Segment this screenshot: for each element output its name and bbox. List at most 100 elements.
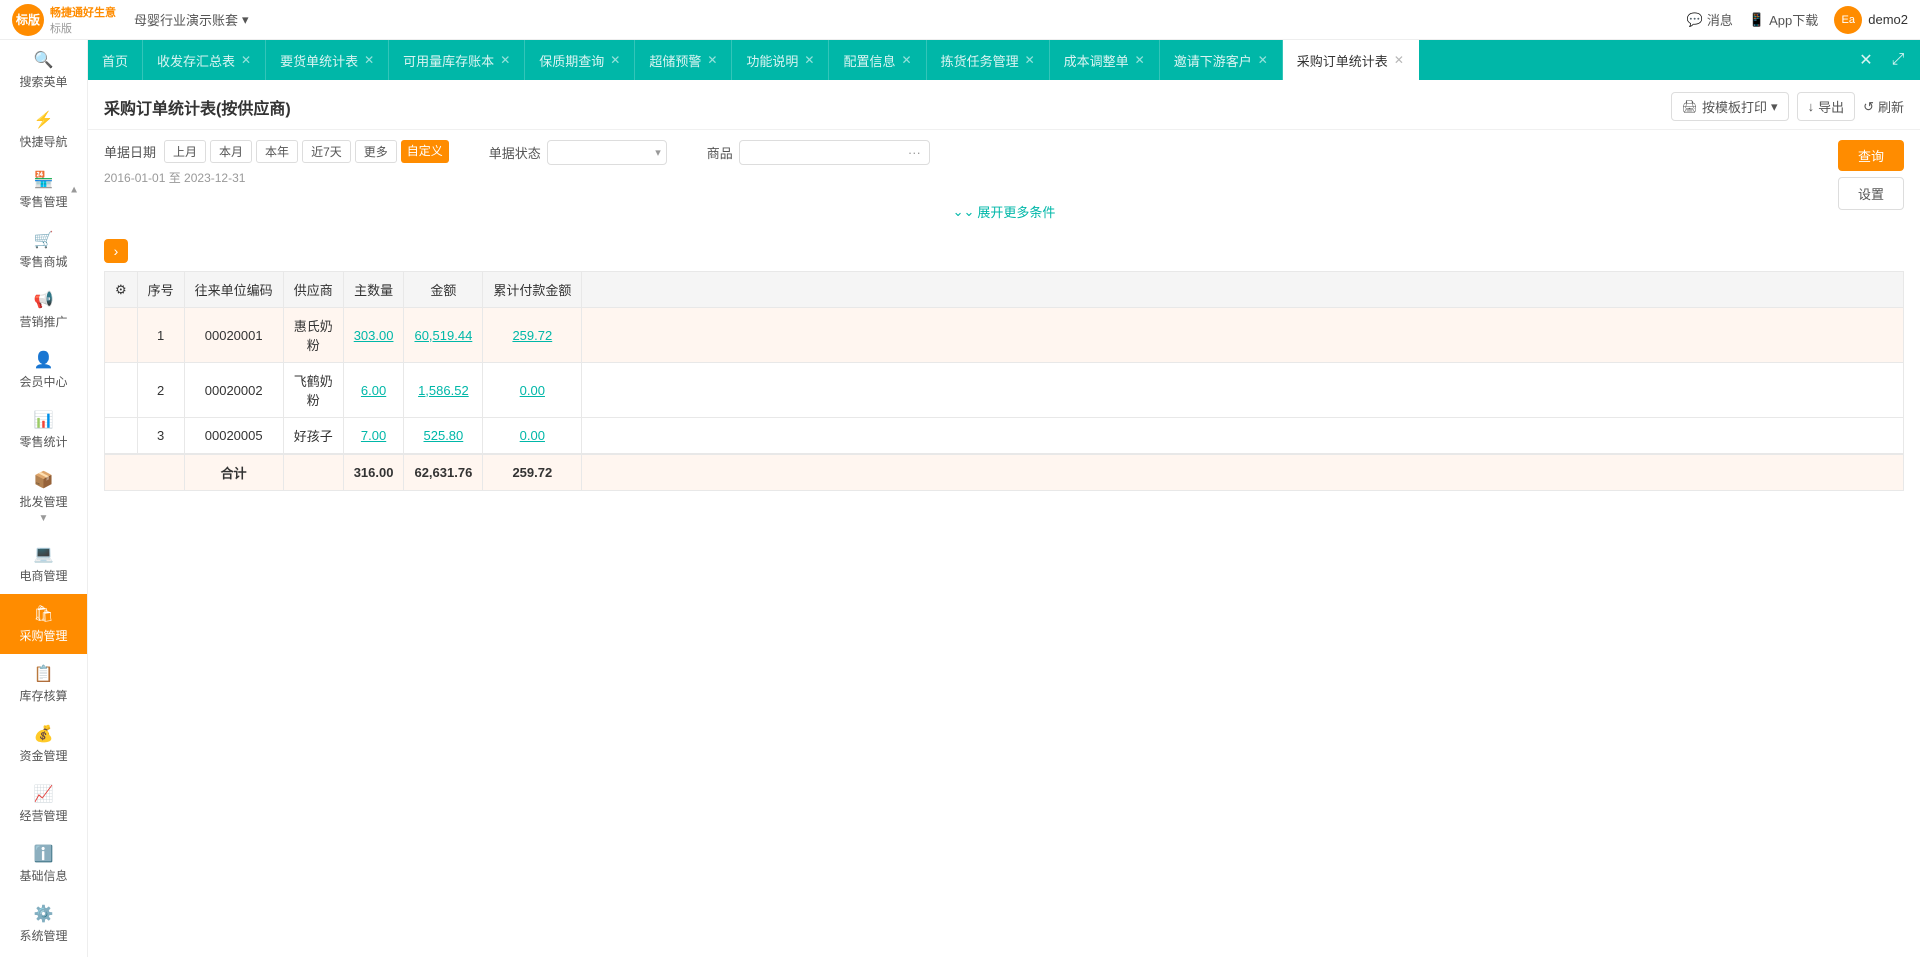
tab-close-config-info[interactable]: ✕ bbox=[902, 53, 912, 67]
row-settings bbox=[105, 418, 138, 455]
footer-extra bbox=[582, 454, 1904, 491]
product-input[interactable] bbox=[748, 145, 908, 160]
th-main-qty: 主数量 bbox=[343, 272, 404, 308]
retail-shop-icon: 🛒 bbox=[34, 230, 54, 250]
sidebar-item-retail-stats[interactable]: 📊 零售统计 bbox=[0, 400, 87, 460]
tab-maximize-btn[interactable]: ⤢ bbox=[1884, 46, 1912, 74]
expand-more-btn[interactable]: ⌄⌄ 展开更多条件 bbox=[953, 202, 1056, 221]
tab-purchase-order-stats[interactable]: 采购订单统计表 ✕ bbox=[1283, 40, 1419, 80]
tab-receive-send[interactable]: 收发存汇总表 ✕ bbox=[143, 40, 266, 80]
sidebar-item-wholesale[interactable]: 📦 批发管理 ▼ bbox=[0, 460, 87, 534]
row-paid-amount[interactable]: 0.00 bbox=[483, 418, 582, 455]
tab-close-pick-task[interactable]: ✕ bbox=[1025, 53, 1035, 67]
sidebar: 🔍 搜索英单 ⚡ 快捷导航 🏪 零售管理 ▲ 🛒 零售商城 📢 营销推广 👤 会… bbox=[0, 40, 88, 957]
th-extra bbox=[582, 272, 1904, 308]
sidebar-item-retail-mgmt[interactable]: 🏪 零售管理 ▲ bbox=[0, 160, 87, 220]
th-settings: ⚙ bbox=[105, 272, 138, 308]
sidebar-item-member[interactable]: 👤 会员中心 bbox=[0, 340, 87, 400]
print-dropdown-icon: ▾ bbox=[1771, 99, 1778, 115]
quick-nav-icon: ⚡ bbox=[34, 110, 54, 130]
date-btn-7days[interactable]: 近7天 bbox=[302, 140, 351, 163]
row-paid-amount[interactable]: 0.00 bbox=[483, 363, 582, 418]
sidebar-item-purchase[interactable]: 🛍 采购管理 bbox=[0, 594, 87, 654]
sidebar-item-inventory[interactable]: 📋 库存核算 bbox=[0, 654, 87, 714]
tab-config-info[interactable]: 配置信息 ✕ bbox=[829, 40, 926, 80]
logo-area: 标版 畅捷通好生意 标版 母婴行业演示账套 ▾ bbox=[12, 4, 249, 36]
print-icon: 🖨 bbox=[1682, 99, 1699, 115]
date-btn-last-month[interactable]: 上月 bbox=[164, 140, 206, 163]
refresh-icon: ↺ bbox=[1863, 99, 1874, 115]
sidebar-item-finance[interactable]: 💰 资金管理 bbox=[0, 714, 87, 774]
tab-pick-task[interactable]: 拣货任务管理 ✕ bbox=[927, 40, 1050, 80]
tab-available-inventory[interactable]: 可用量库存账本 ✕ bbox=[389, 40, 525, 80]
product-more-icon[interactable]: ··· bbox=[908, 145, 921, 160]
tab-cost-adjust[interactable]: 成本调整单 ✕ bbox=[1050, 40, 1160, 80]
sidebar-item-ecommerce[interactable]: 💻 电商管理 bbox=[0, 534, 87, 594]
row-amount[interactable]: 525.80 bbox=[404, 418, 483, 455]
tab-home[interactable]: 首页 bbox=[88, 40, 143, 80]
th-index: 序号 bbox=[137, 272, 184, 308]
user-menu[interactable]: Ea demo2 bbox=[1834, 6, 1908, 34]
logo-text: 畅捷通好生意 标版 bbox=[50, 4, 116, 36]
workspace-label[interactable]: 母婴行业演示账套 ▾ bbox=[134, 10, 249, 29]
tab-close-overstock-alert[interactable]: ✕ bbox=[707, 53, 717, 67]
th-paid-amount: 累计付款金额 bbox=[483, 272, 582, 308]
sidebar-item-quick-nav[interactable]: ⚡ 快捷导航 bbox=[0, 100, 87, 160]
expand-table-btn[interactable]: › bbox=[104, 239, 128, 263]
sidebar-item-search[interactable]: 🔍 搜索英单 bbox=[0, 40, 87, 100]
row-main-qty[interactable]: 6.00 bbox=[343, 363, 404, 418]
nav-tabs-end: ✕ ⤢ bbox=[1844, 46, 1920, 74]
tab-close-cost-adjust[interactable]: ✕ bbox=[1135, 53, 1145, 67]
setting-btn[interactable]: 设置 bbox=[1838, 177, 1904, 210]
footer-paid-amount: 259.72 bbox=[483, 454, 582, 491]
tab-close-available-inventory[interactable]: ✕ bbox=[500, 53, 510, 67]
row-main-qty[interactable]: 303.00 bbox=[343, 308, 404, 363]
ecommerce-icon: 💻 bbox=[34, 544, 54, 564]
row-index: 3 bbox=[137, 418, 184, 455]
tab-close-purchase-order-stats[interactable]: ✕ bbox=[1394, 53, 1404, 67]
table-action-bar: › bbox=[88, 231, 1920, 271]
tab-close-invite-downstream[interactable]: ✕ bbox=[1258, 53, 1268, 67]
tab-function-guide[interactable]: 功能说明 ✕ bbox=[732, 40, 829, 80]
print-btn[interactable]: 🖨 按模板打印 ▾ bbox=[1671, 92, 1789, 121]
sidebar-item-system[interactable]: ⚙️ 系统管理 bbox=[0, 894, 87, 954]
row-amount[interactable]: 1,586.52 bbox=[404, 363, 483, 418]
tab-invite-downstream[interactable]: 邀请下游客户 ✕ bbox=[1160, 40, 1283, 80]
retail-stats-icon: 📊 bbox=[34, 410, 54, 430]
footer-amount: 62,631.76 bbox=[404, 454, 483, 491]
date-btn-this-month[interactable]: 本月 bbox=[210, 140, 252, 163]
query-btn[interactable]: 查询 bbox=[1838, 140, 1904, 171]
tab-requisition-stats[interactable]: 要货单统计表 ✕ bbox=[266, 40, 389, 80]
logo-abbr: 标版 bbox=[16, 11, 40, 28]
tab-close-expiry-query[interactable]: ✕ bbox=[610, 53, 620, 67]
date-btn-more[interactable]: 更多 bbox=[355, 140, 397, 163]
sidebar-item-basics[interactable]: ℹ️ 基础信息 bbox=[0, 834, 87, 894]
tab-expiry-query[interactable]: 保质期查询 ✕ bbox=[525, 40, 635, 80]
row-amount[interactable]: 60,519.44 bbox=[404, 308, 483, 363]
status-select[interactable] bbox=[547, 140, 667, 165]
row-index: 2 bbox=[137, 363, 184, 418]
row-main-qty[interactable]: 7.00 bbox=[343, 418, 404, 455]
app-download-btn[interactable]: 📱 App下载 bbox=[1749, 10, 1818, 29]
tab-close-requisition-stats[interactable]: ✕ bbox=[364, 53, 374, 67]
gear-icon[interactable]: ⚙ bbox=[115, 282, 127, 297]
product-filter: 商品 ··· bbox=[707, 140, 930, 165]
table-header-row: ⚙ 序号 往来单位编码 供应商 主数量 金额 累计付款金额 bbox=[105, 272, 1904, 308]
filter-section: 单据日期 上月 本月 本年 近7天 更多 自定义 2016-01-01 至 20… bbox=[88, 130, 1920, 231]
date-btn-this-year[interactable]: 本年 bbox=[256, 140, 298, 163]
sidebar-item-operations[interactable]: 📈 经营管理 bbox=[0, 774, 87, 834]
tab-close-receive-send[interactable]: ✕ bbox=[241, 53, 251, 67]
date-range-display: 2016-01-01 至 2023-12-31 bbox=[104, 169, 449, 186]
export-btn[interactable]: ↓ 导出 bbox=[1797, 92, 1856, 121]
sidebar-item-marketing[interactable]: 📢 营销推广 bbox=[0, 280, 87, 340]
sidebar-item-retail-shop[interactable]: 🛒 零售商城 bbox=[0, 220, 87, 280]
row-paid-amount[interactable]: 259.72 bbox=[483, 308, 582, 363]
custom-date-tag[interactable]: 自定义 bbox=[401, 140, 449, 163]
refresh-btn[interactable]: ↺ 刷新 bbox=[1863, 97, 1904, 116]
page-content: 采购订单统计表(按供应商) 🖨 按模板打印 ▾ ↓ 导出 ↺ 刷新 bbox=[88, 80, 1920, 957]
th-amount: 金额 bbox=[404, 272, 483, 308]
tab-overstock-alert[interactable]: 超储预警 ✕ bbox=[635, 40, 732, 80]
tab-close-all-btn[interactable]: ✕ bbox=[1852, 46, 1880, 74]
tab-close-function-guide[interactable]: ✕ bbox=[804, 53, 814, 67]
message-btn[interactable]: 💬 消息 bbox=[1687, 10, 1733, 29]
